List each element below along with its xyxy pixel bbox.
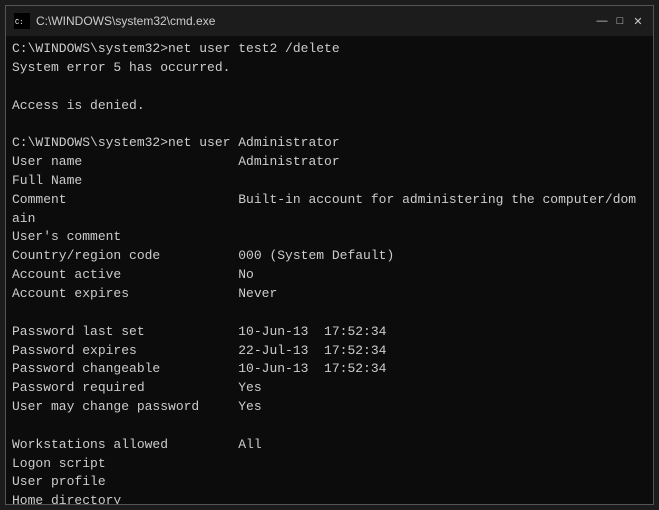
console-line: Logon script xyxy=(12,456,106,471)
minimize-button[interactable]: — xyxy=(595,14,609,28)
window-controls: — □ ✕ xyxy=(595,14,645,28)
console-line: Password changeable 10-Jun-13 17:52:34 xyxy=(12,361,386,376)
console-line: System error 5 has occurred. xyxy=(12,60,230,75)
close-button[interactable]: ✕ xyxy=(631,14,645,28)
maximize-button[interactable]: □ xyxy=(613,14,627,28)
console-line: Password required Yes xyxy=(12,380,262,395)
console-line: Password expires 22-Jul-13 17:52:34 xyxy=(12,343,386,358)
console-line: Full Name xyxy=(12,173,82,188)
console-line: User profile xyxy=(12,474,106,489)
title-bar: C: C:\WINDOWS\system32\cmd.exe — □ ✕ xyxy=(6,6,653,36)
console-line: ain xyxy=(12,211,35,226)
console-line: Password last set 10-Jun-13 17:52:34 xyxy=(12,324,386,339)
console-line: Account expires Never xyxy=(12,286,277,301)
console-line: Account active No xyxy=(12,267,254,282)
console-line: C:\WINDOWS\system32>net user Administrat… xyxy=(12,135,340,150)
cmd-window-icon: C: xyxy=(14,13,30,29)
console-line: Country/region code 000 (System Default) xyxy=(12,248,394,263)
console-line: Home directory xyxy=(12,493,121,504)
console-line: Comment Built-in account for administeri… xyxy=(12,192,636,207)
console-line: User name Administrator xyxy=(12,154,340,169)
console-output[interactable]: C:\WINDOWS\system32>net user test2 /dele… xyxy=(6,36,653,504)
title-bar-left: C: C:\WINDOWS\system32\cmd.exe xyxy=(14,13,215,29)
console-line: User may change password Yes xyxy=(12,399,262,414)
svg-text:C:: C: xyxy=(15,19,23,27)
window-title: C:\WINDOWS\system32\cmd.exe xyxy=(36,14,215,28)
console-line: Workstations allowed All xyxy=(12,437,262,452)
console-line: Access is denied. xyxy=(12,98,145,113)
console-line: C:\WINDOWS\system32>net user test2 /dele… xyxy=(12,41,340,56)
console-line: User's comment xyxy=(12,229,121,244)
cmd-window: C: C:\WINDOWS\system32\cmd.exe — □ ✕ C:\… xyxy=(5,5,654,505)
